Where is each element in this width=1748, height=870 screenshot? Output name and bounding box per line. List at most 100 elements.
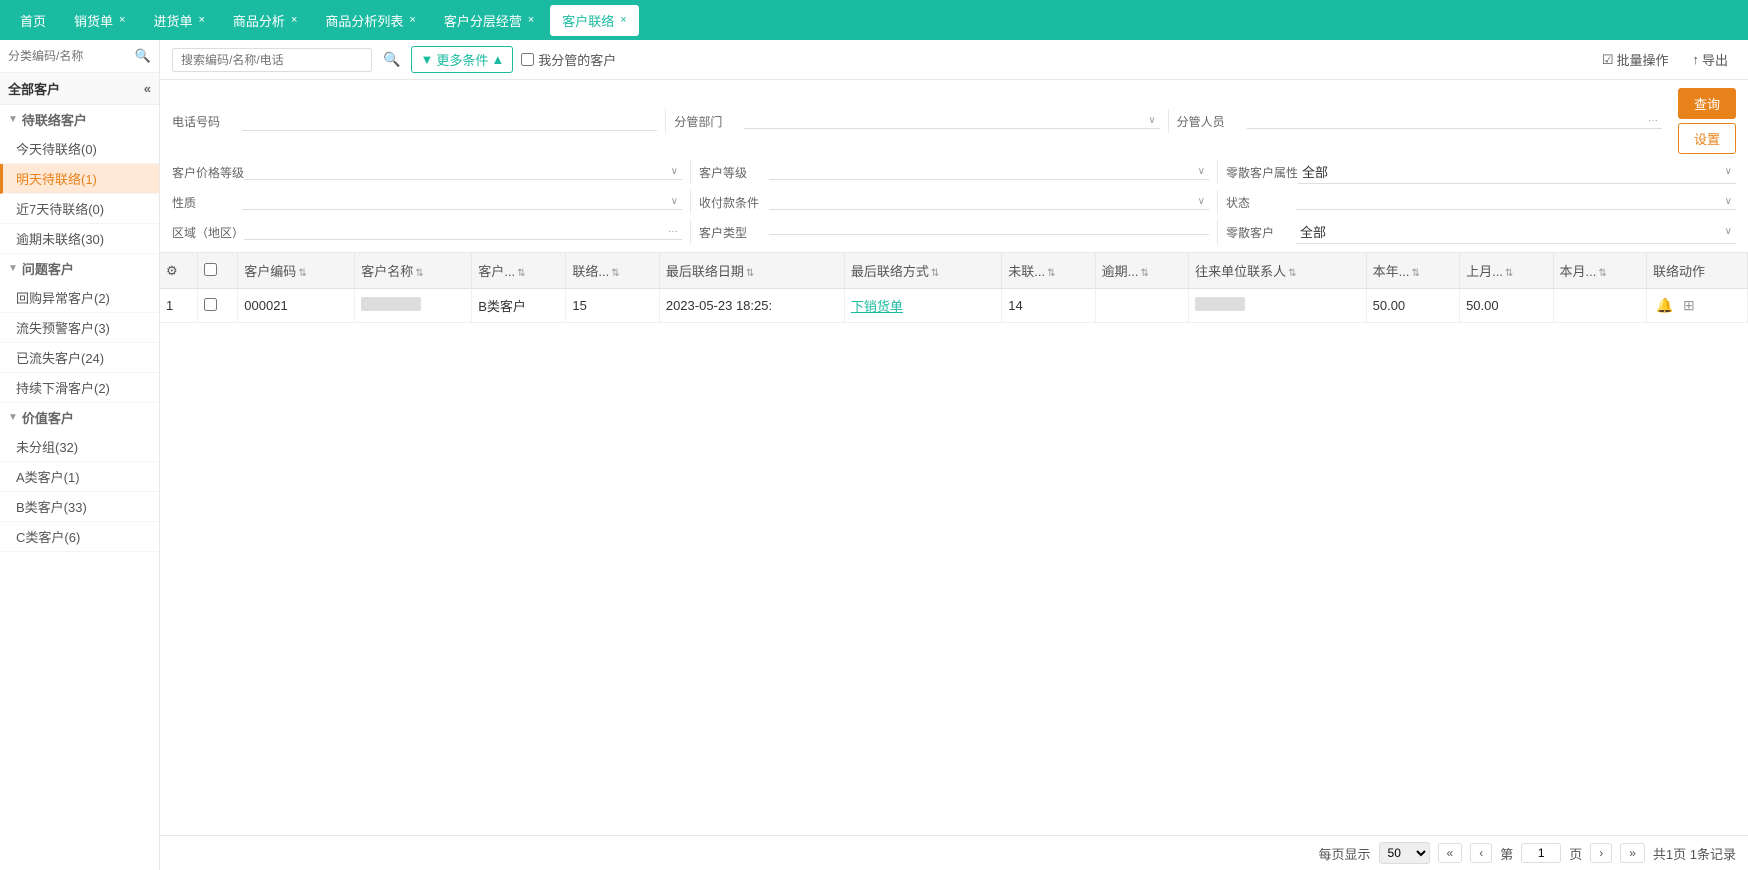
sidebar-item-unclassified[interactable]: 未分组(32) — [0, 432, 159, 462]
unit-sort-icon: ⇅ — [1288, 268, 1296, 279]
sidebar-item-churned[interactable]: 已流失客户(24) — [0, 343, 159, 373]
sidebar-group-value: 价值客户 — [0, 403, 159, 432]
data-table-container: ⚙ 客户编码⇅ 客户名称⇅ 客户...⇅ 联络...⇅ 最后联络日期⇅ 最后联络… — [160, 253, 1748, 835]
col-settings[interactable]: ⚙ — [160, 253, 197, 289]
next-page-btn[interactable]: › — [1590, 843, 1612, 863]
filter-row-2: 客户价格等级 ∨ 客户等级 ∨ 零散客户属性 — [172, 160, 1736, 184]
search-input[interactable] — [172, 48, 372, 72]
price-level-select[interactable]: ∨ — [244, 164, 682, 180]
close-analysis-icon[interactable]: × — [291, 14, 297, 26]
batch-op-btn[interactable]: ☑ 批量操作 — [1594, 47, 1677, 72]
my-customers-checkbox-label[interactable]: 我分管的客户 — [521, 50, 616, 69]
sidebar-group-pending: 待联络客户 — [0, 105, 159, 134]
my-customers-checkbox[interactable] — [521, 53, 534, 66]
col-not-contacted[interactable]: 未联...⇅ — [1002, 253, 1095, 289]
sidebar-item-week[interactable]: 近7天待联络(0) — [0, 194, 159, 224]
sidebar-item-class-c[interactable]: C类客户(6) — [0, 522, 159, 552]
contact-action-icon[interactable]: 🔔 — [1653, 297, 1676, 313]
manager-select[interactable]: ··· — [1247, 113, 1662, 129]
sidebar-search-input[interactable] — [8, 49, 135, 63]
region-select[interactable]: ··· — [244, 224, 682, 240]
per-page-label: 每页显示 — [1319, 844, 1371, 863]
sidebar-item-repurchase[interactable]: 回购异常客户(2) — [0, 283, 159, 313]
cell-type: B类客户 — [472, 289, 566, 323]
more-action-icon[interactable]: ⊞ — [1680, 297, 1698, 313]
retail-customer-select[interactable]: 全部 ∨ — [1296, 220, 1736, 244]
sidebar-item-today[interactable]: 今天待联络(0) — [0, 134, 159, 164]
export-btn[interactable]: ↑ 导出 — [1684, 47, 1736, 72]
close-sales-icon[interactable]: × — [119, 14, 125, 26]
query-button[interactable]: 查询 — [1678, 88, 1736, 119]
row-checkbox[interactable] — [204, 298, 217, 311]
customer-type-select[interactable] — [769, 230, 1209, 235]
search-icon[interactable]: 🔍 — [380, 51, 403, 68]
col-name[interactable]: 客户名称⇅ — [355, 253, 472, 289]
payment-chevron-icon: ∨ — [1198, 196, 1205, 207]
filter-icon: ▼ — [420, 52, 433, 67]
sidebar-collapse-icon[interactable]: « — [144, 81, 151, 96]
region-more-icon: ··· — [668, 226, 678, 237]
dept-chevron-icon: ∨ — [1148, 115, 1155, 126]
code-sort-icon: ⇅ — [298, 268, 306, 279]
total-info: 共1页 1条记录 — [1653, 844, 1736, 863]
dept-select[interactable]: ∨ — [744, 113, 1159, 129]
name-sort-icon: ⇅ — [415, 268, 423, 279]
retail-customer-chevron-icon: ∨ — [1725, 226, 1732, 237]
sidebar-item-class-b[interactable]: B类客户(33) — [0, 492, 159, 522]
sidebar-item-declining[interactable]: 持续下滑客户(2) — [0, 373, 159, 403]
cell-checkbox — [197, 289, 237, 323]
col-code[interactable]: 客户编码⇅ — [238, 253, 355, 289]
col-last-month[interactable]: 上月...⇅ — [1460, 253, 1553, 289]
col-this-year[interactable]: 本年...⇅ — [1366, 253, 1459, 289]
sidebar-item-overdue[interactable]: 逾期未联络(30) — [0, 224, 159, 254]
page-number-input[interactable] — [1521, 843, 1561, 863]
not-contacted-sort-icon: ⇅ — [1047, 268, 1055, 279]
col-last-date[interactable]: 最后联络日期⇅ — [659, 253, 844, 289]
sidebar-item-tomorrow[interactable]: 明天待联络(1) — [0, 164, 159, 194]
status-chevron-icon: ∨ — [1725, 196, 1732, 207]
col-unit-contact[interactable]: 往来单位联系人⇅ — [1189, 253, 1367, 289]
nav-customer-contact[interactable]: 客户联络 × — [550, 5, 638, 36]
sidebar-item-lost[interactable]: 流失预警客户(3) — [0, 313, 159, 343]
close-purchase-icon[interactable]: × — [198, 14, 204, 26]
nature-select[interactable]: ∨ — [242, 194, 682, 210]
close-segment-icon[interactable]: × — [528, 14, 534, 26]
last-method-link[interactable]: 下销货单 — [851, 299, 903, 314]
nav-analysis[interactable]: 商品分析 × — [221, 5, 309, 36]
col-last-method[interactable]: 最后联络方式⇅ — [844, 253, 1001, 289]
nav-home[interactable]: 首页 — [8, 5, 58, 36]
last-page-btn[interactable]: » — [1620, 843, 1645, 863]
customer-level-field: 客户等级 ∨ — [699, 164, 1209, 181]
nav-customer-segment[interactable]: 客户分层经营 × — [432, 5, 546, 36]
retail-customer-field: 零散客户 全部 ∨ — [1226, 220, 1736, 244]
batch-icon: ☑ — [1602, 52, 1614, 68]
close-analysis-table-icon[interactable]: × — [409, 14, 415, 26]
cell-unit-contact — [1189, 289, 1367, 323]
first-page-btn[interactable]: « — [1438, 843, 1463, 863]
chevron-up-icon: ▲ — [491, 52, 504, 67]
setup-button[interactable]: 设置 — [1678, 123, 1736, 154]
cell-last-date: 2023-05-23 18:25: — [659, 289, 844, 323]
nav-analysis-table[interactable]: 商品分析列表 × — [313, 5, 427, 36]
payment-select[interactable]: ∨ — [769, 194, 1209, 210]
customer-level-select[interactable]: ∨ — [769, 164, 1209, 180]
col-contacts[interactable]: 联络...⇅ — [566, 253, 659, 289]
page-label: 第 — [1500, 844, 1513, 863]
select-all-checkbox[interactable] — [204, 263, 217, 276]
retail-attr-select[interactable]: 全部 ∨ — [1298, 160, 1736, 184]
col-overdue[interactable]: 逾期...⇅ — [1095, 253, 1188, 289]
page-size-select[interactable]: 50 100 200 — [1379, 842, 1430, 864]
sidebar-item-class-a[interactable]: A类客户(1) — [0, 462, 159, 492]
nav-sales[interactable]: 销货单 × — [62, 5, 137, 36]
prev-page-btn[interactable]: ‹ — [1470, 843, 1492, 863]
col-this-month[interactable]: 本月...⇅ — [1553, 253, 1646, 289]
phone-input[interactable] — [242, 112, 657, 131]
sidebar-search-icon[interactable]: 🔍 — [135, 48, 151, 64]
customers-table: ⚙ 客户编码⇅ 客户名称⇅ 客户...⇅ 联络...⇅ 最后联络日期⇅ 最后联络… — [160, 253, 1748, 323]
close-contact-icon[interactable]: × — [620, 14, 626, 26]
nav-purchase[interactable]: 进货单 × — [141, 5, 216, 36]
status-select[interactable]: ∨ — [1296, 194, 1736, 210]
col-type[interactable]: 客户...⇅ — [472, 253, 566, 289]
more-conditions-btn[interactable]: ▼ 更多条件 ▲ — [411, 46, 513, 73]
all-customers-header[interactable]: 全部客户 « — [0, 73, 159, 105]
